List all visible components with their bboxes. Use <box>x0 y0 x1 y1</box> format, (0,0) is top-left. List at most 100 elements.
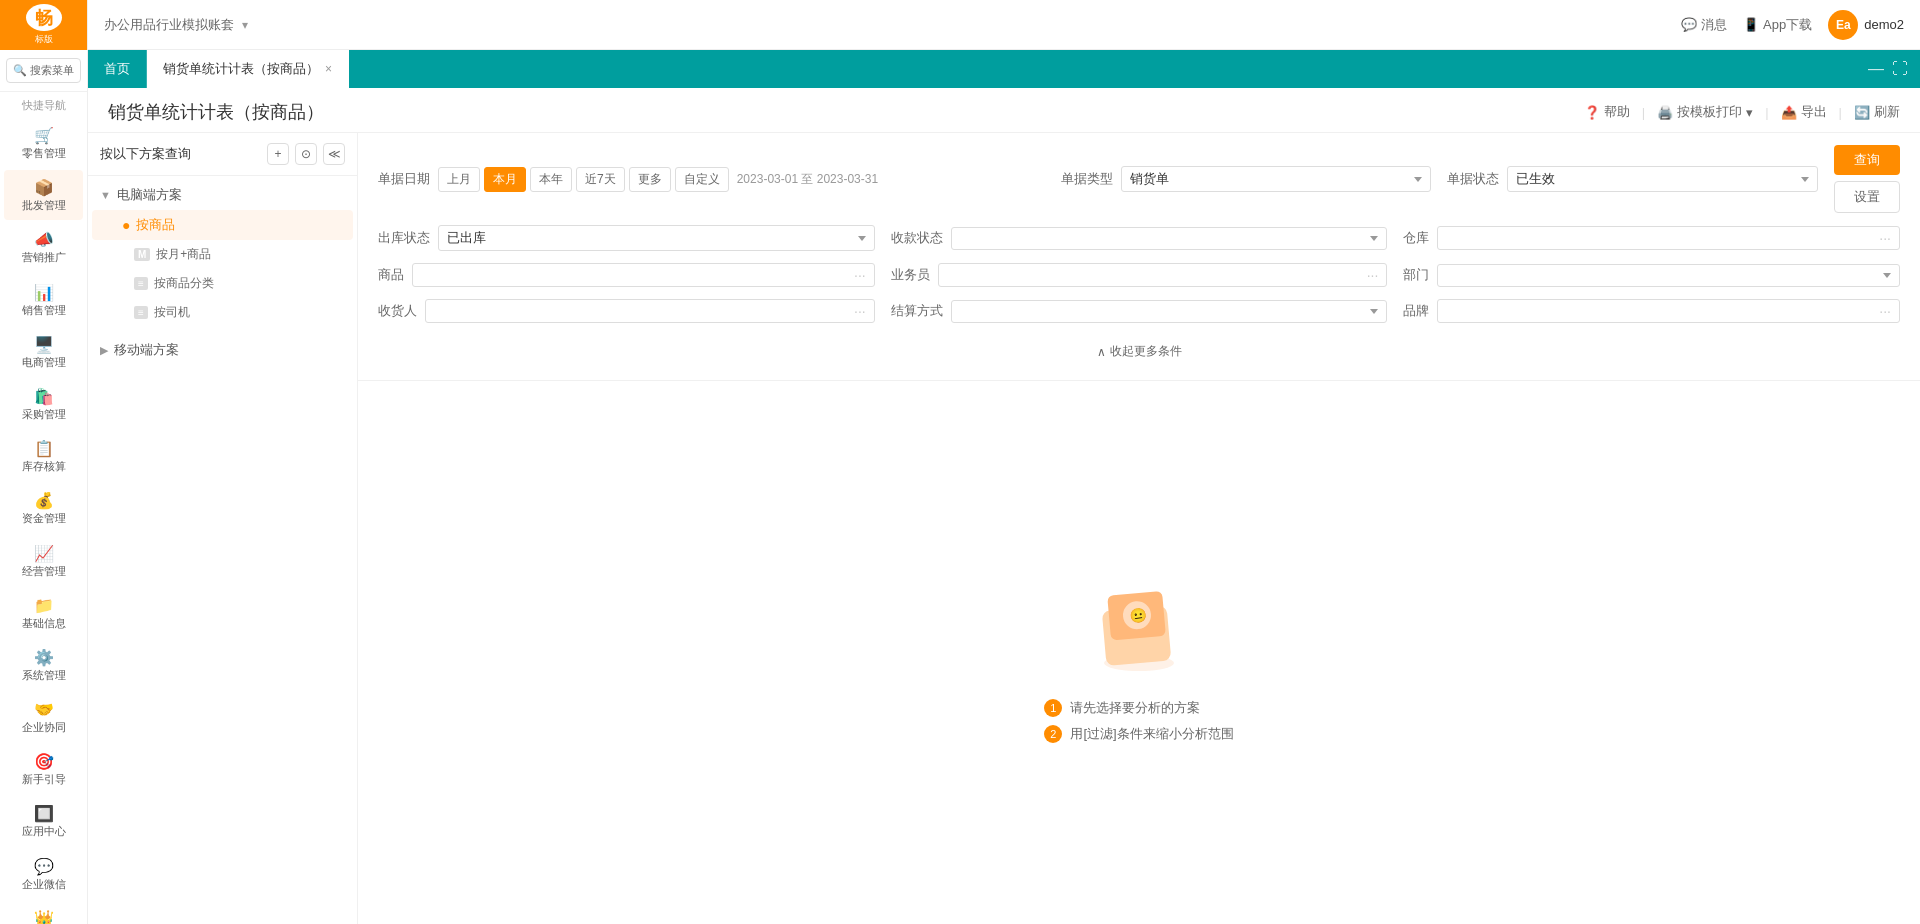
refresh-button[interactable]: 🔄 刷新 <box>1854 103 1900 121</box>
bill-type-select[interactable]: 销货单 <box>1121 166 1432 192</box>
goods-ellipsis-icon[interactable]: ··· <box>854 267 866 283</box>
goods-input[interactable]: ··· <box>412 263 875 287</box>
by-goods-icon: ● <box>122 217 130 233</box>
tab-minimize-button[interactable]: — <box>1868 60 1884 78</box>
warehouse-status-select[interactable]: 已出库 <box>438 225 875 251</box>
sidebar-item-purchase[interactable]: 🛍️ 采购管理 <box>4 379 83 429</box>
salesperson-value <box>947 268 951 283</box>
date-custom-btn[interactable]: 自定义 <box>675 167 729 192</box>
tab-sales-stat[interactable]: 销货单统计计表（按商品） × <box>147 50 349 88</box>
tip-2-num: 2 <box>1044 725 1062 743</box>
date-last-month-btn[interactable]: 上月 <box>438 167 480 192</box>
empty-state: 😐 1 请先选择要分析的方案 2 用[过滤]条件来缩小分析范围 <box>358 381 1920 924</box>
tab-home[interactable]: 首页 <box>88 50 147 88</box>
date-last-7-days-btn[interactable]: 近7天 <box>576 167 625 192</box>
appcenter-icon: 🔲 <box>34 804 54 823</box>
dept-value <box>1446 268 1450 283</box>
finance-icon: 💰 <box>34 491 54 510</box>
sidebar-item-wholesale[interactable]: 📦 批发管理 <box>4 170 83 220</box>
sidebar-item-ecommerce[interactable]: 🖥️ 电商管理 <box>4 327 83 377</box>
tab-close-button[interactable]: × <box>325 62 332 76</box>
inventory-label: 库存核算 <box>22 460 66 473</box>
brand-value <box>1446 304 1450 319</box>
empty-tip-1: 1 请先选择要分析的方案 <box>1044 699 1233 717</box>
scheme-sub-item-month-goods[interactable]: M 按月+商品 <box>92 240 353 269</box>
sidebar-item-retail[interactable]: 🛒 零售管理 <box>4 118 83 168</box>
collapse-panel-button[interactable]: ≪ <box>323 143 345 165</box>
retail-label: 零售管理 <box>22 147 66 160</box>
page-header-actions: ❓ 帮助 | 🖨️ 按模板打印 ▾ | 📤 导出 | <box>1584 103 1900 121</box>
desktop-group-label: 电脑端方案 <box>117 186 182 204</box>
sales-stat-tab-label: 销货单统计计表（按商品） <box>163 60 319 78</box>
warehouse-ellipsis-icon[interactable]: ··· <box>1879 230 1891 246</box>
scheme-sub-item-goods-category[interactable]: ≡ 按商品分类 <box>92 269 353 298</box>
salesperson-input[interactable]: ··· <box>938 263 1388 287</box>
scheme-sub-item-driver[interactable]: ≡ 按司机 <box>92 298 353 327</box>
dept-select[interactable] <box>1437 264 1900 287</box>
message-label: 消息 <box>1701 16 1727 34</box>
print-icon: 🖨️ <box>1657 105 1673 120</box>
goods-label: 商品 <box>378 266 404 284</box>
query-button[interactable]: 查询 <box>1834 145 1900 175</box>
search-menu-button[interactable]: 🔍 搜索菜单 <box>6 58 81 83</box>
sidebar-item-collab[interactable]: 🤝 企业协同 <box>4 692 83 742</box>
main-content: 办公用品行业模拟账套 ▾ 💬 消息 📱 App下载 Ea demo2 首页 <box>88 0 1920 924</box>
ecommerce-icon: 🖥️ <box>34 335 54 354</box>
tab-maximize-button[interactable]: ⛶ <box>1892 60 1908 78</box>
payment-method-select[interactable] <box>951 300 1388 323</box>
sidebar-item-finance[interactable]: 💰 资金管理 <box>4 483 83 533</box>
add-scheme-button[interactable]: + <box>267 143 289 165</box>
desktop-scheme-group-header[interactable]: ▼ 电脑端方案 <box>88 180 357 210</box>
export-button[interactable]: 📤 导出 <box>1781 103 1827 121</box>
mobile-group-expand-icon: ▶ <box>100 344 108 357</box>
newguide-label: 新手引导 <box>22 773 66 786</box>
date-this-month-btn[interactable]: 本月 <box>484 167 526 192</box>
mobile-scheme-group-header[interactable]: ▶ 移动端方案 <box>88 335 357 365</box>
date-more-btn[interactable]: 更多 <box>629 167 671 192</box>
receiver-input[interactable]: ··· <box>425 299 875 323</box>
bill-type-filter: 单据类型 销货单 <box>1061 166 1432 192</box>
sidebar-item-system[interactable]: ⚙️ 系统管理 <box>4 640 83 690</box>
brand-input[interactable]: ··· <box>1437 299 1900 323</box>
sidebar-item-marketing[interactable]: 📣 营销推广 <box>4 222 83 272</box>
warehouse-input[interactable]: ··· <box>1437 226 1900 250</box>
page-container: 销货单统计计表（按商品） ❓ 帮助 | 🖨️ 按模板打印 ▾ | 📤 <box>88 88 1920 924</box>
search-icon: 🔍 <box>13 64 27 77</box>
sidebar-item-member[interactable]: 👑 畅会员 <box>4 901 83 924</box>
filter-row-4: 收货人 ··· 结算方式 <box>378 299 1900 323</box>
receiver-ellipsis-icon[interactable]: ··· <box>854 303 866 319</box>
salesperson-ellipsis-icon[interactable]: ··· <box>1367 267 1379 283</box>
filter-row-1: 单据日期 上月 本月 本年 近7天 更多 自定义 2023-03-01 至 20… <box>378 145 1900 213</box>
help-button[interactable]: ❓ 帮助 <box>1584 103 1630 121</box>
sidebar-item-newguide[interactable]: 🎯 新手引导 <box>4 744 83 794</box>
page-title: 销货单统计计表（按商品） <box>108 100 324 124</box>
left-panel-header: 按以下方案查询 + ⊙ ≪ <box>88 133 357 176</box>
message-button[interactable]: 💬 消息 <box>1681 16 1727 34</box>
brand-ellipsis-icon[interactable]: ··· <box>1879 303 1891 319</box>
print-button[interactable]: 🖨️ 按模板打印 ▾ <box>1657 103 1753 121</box>
settings-button[interactable]: 设置 <box>1834 181 1900 213</box>
bill-status-select[interactable]: 已生效 <box>1507 166 1818 192</box>
ecommerce-label: 电商管理 <box>22 356 66 369</box>
sidebar-item-sales[interactable]: 📊 销售管理 <box>4 275 83 325</box>
payment-status-select[interactable] <box>951 227 1388 250</box>
collapse-filter-button[interactable]: ∧ 收起更多条件 <box>378 335 1900 368</box>
scheme-settings-button[interactable]: ⊙ <box>295 143 317 165</box>
date-filter-label: 单据日期 <box>378 170 430 188</box>
sidebar-item-weixin[interactable]: 💬 企业微信 <box>4 849 83 899</box>
sidebar-item-appcenter[interactable]: 🔲 应用中心 <box>4 796 83 846</box>
sidebar-item-operations[interactable]: 📈 经营管理 <box>4 536 83 586</box>
refresh-icon: 🔄 <box>1854 105 1870 120</box>
receiver-label: 收货人 <box>378 302 417 320</box>
date-this-year-btn[interactable]: 本年 <box>530 167 572 192</box>
payment-status-value <box>960 231 964 246</box>
appcenter-label: 应用中心 <box>22 825 66 838</box>
scheme-item-by-goods[interactable]: ● 按商品 <box>92 210 353 240</box>
user-menu-button[interactable]: Ea demo2 <box>1828 10 1904 40</box>
sidebar-item-inventory[interactable]: 📋 库存核算 <box>4 431 83 481</box>
sidebar-item-base[interactable]: 📁 基础信息 <box>4 588 83 638</box>
system-label: 系统管理 <box>22 669 66 682</box>
export-label: 导出 <box>1801 103 1827 121</box>
app-download-button[interactable]: 📱 App下载 <box>1743 16 1812 34</box>
bill-type-arrow-icon <box>1414 177 1422 182</box>
